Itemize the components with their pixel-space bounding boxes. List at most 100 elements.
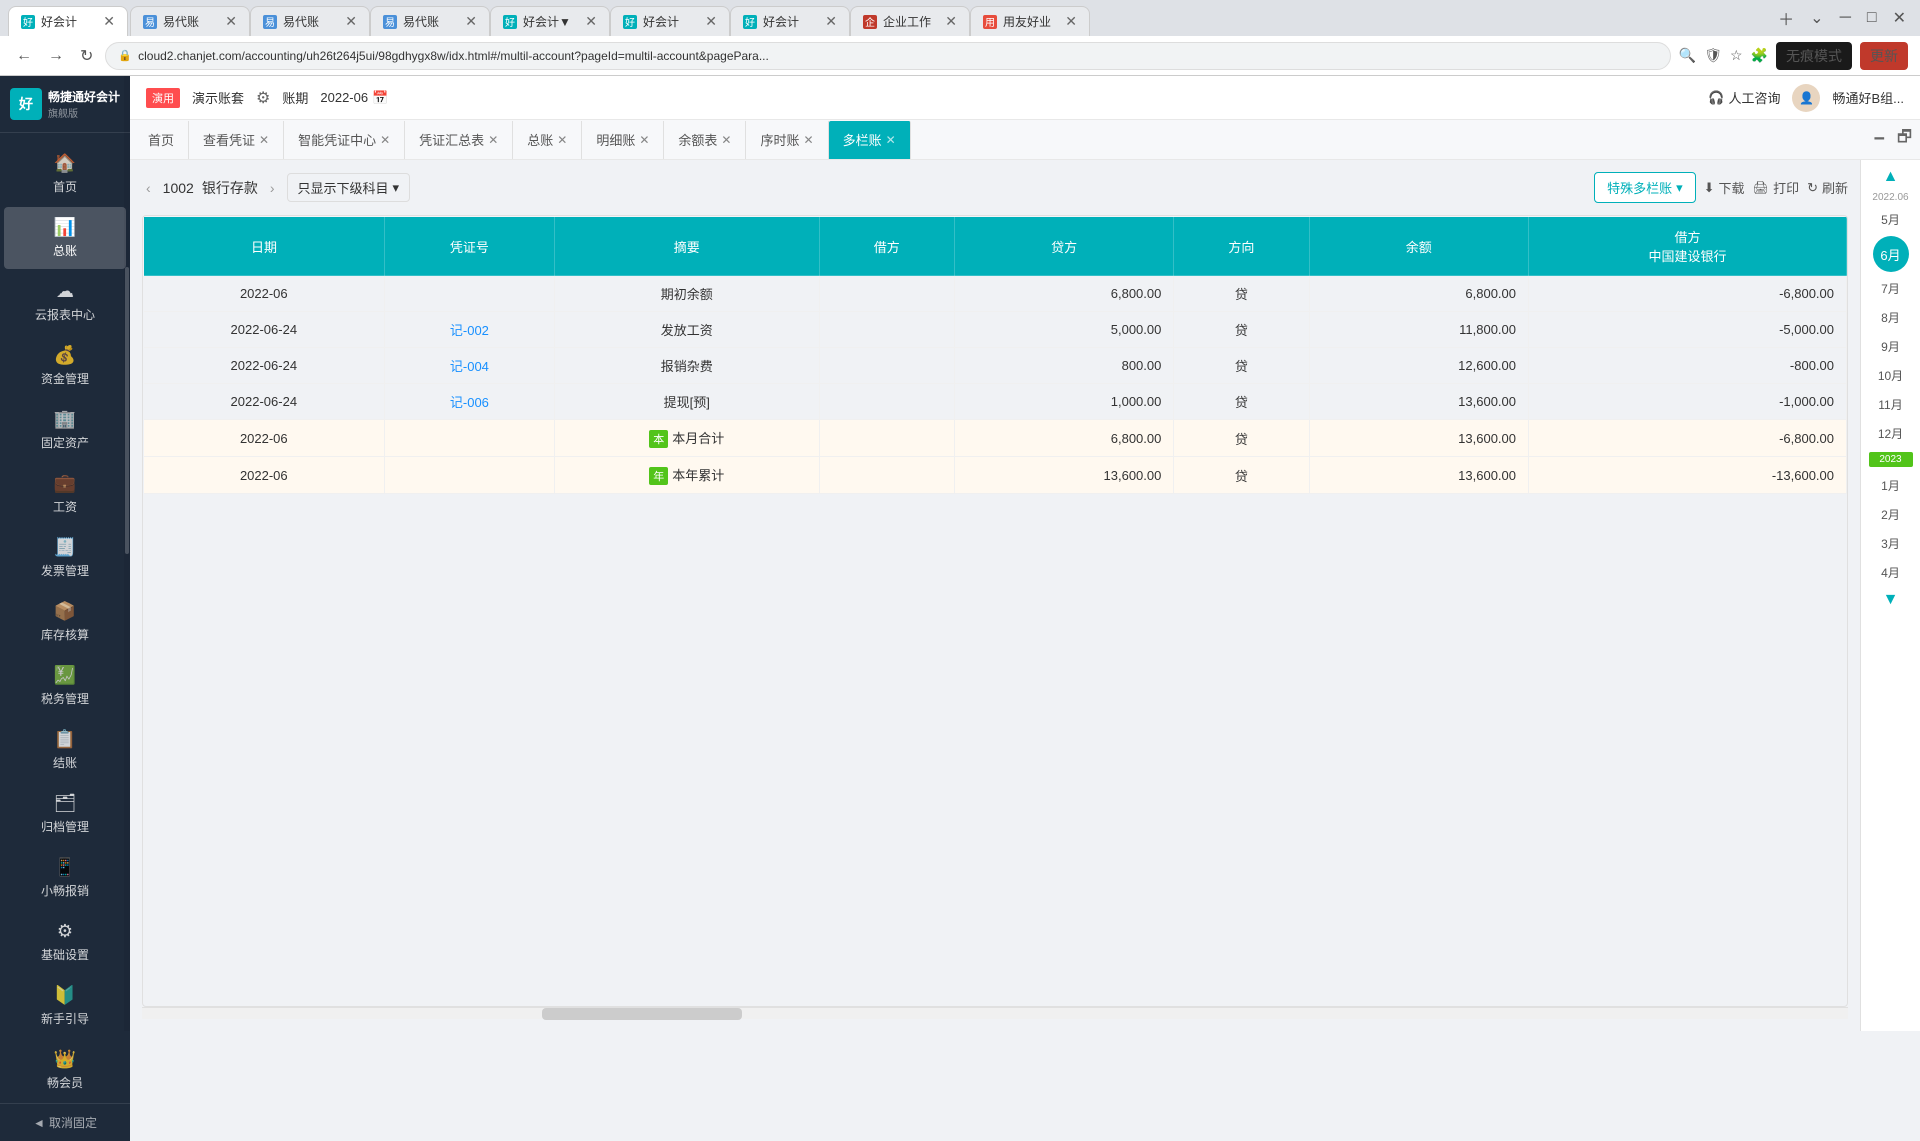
tab-journal-close[interactable]: ✕ xyxy=(804,133,814,147)
back-button[interactable]: ← xyxy=(12,43,36,69)
tab-voucher-summary-close[interactable]: ✕ xyxy=(488,133,498,147)
consult-button[interactable]: 🎧 人工咨询 xyxy=(1708,88,1780,107)
close-window-button[interactable]: ✕ xyxy=(1887,6,1912,30)
tab-1-close[interactable]: ✕ xyxy=(225,13,237,30)
tab-5-close[interactable]: ✕ xyxy=(103,13,115,30)
tab-detail-ledger-close[interactable]: ✕ xyxy=(639,133,649,147)
tab-8-close[interactable]: ✕ xyxy=(945,13,957,30)
cal-month-july[interactable]: 7月 xyxy=(1861,274,1920,303)
window-minimize-icon[interactable]: 🗕 xyxy=(1870,122,1889,157)
cal-month-sep[interactable]: 9月 xyxy=(1861,332,1920,361)
tab-2[interactable]: 易 易代账 ✕ xyxy=(250,6,370,36)
sidebar-item-member[interactable]: 👑 畅会员 xyxy=(4,1039,126,1101)
ledger-table-wrapper[interactable]: 日期 凭证号 摘要 借方 贷方 方向 余额 借方中国建设银行 xyxy=(142,215,1848,1007)
tab-smart-voucher-close[interactable]: ✕ xyxy=(380,133,390,147)
topbar-settings-icon[interactable]: ⚙ xyxy=(256,88,270,108)
tab-smart-voucher[interactable]: 智能凭证中心 ✕ xyxy=(284,121,405,159)
sidebar-item-inventory[interactable]: 📦 库存核算 xyxy=(4,591,126,653)
sub-filter-dropdown[interactable]: 只显示下级科目 ▾ xyxy=(287,173,411,202)
cal-month-dec[interactable]: 12月 xyxy=(1861,419,1920,448)
shield-icon[interactable]: 🛡 xyxy=(1704,47,1722,64)
sidebar-item-fixed-assets[interactable]: 🏢 固定资产 xyxy=(4,399,126,461)
user-avatar[interactable]: 👤 xyxy=(1792,84,1820,112)
no-trace-button[interactable]: 无痕模式 xyxy=(1776,42,1852,70)
tab-list-button[interactable]: ⌄ xyxy=(1804,6,1829,30)
tab-3-close[interactable]: ✕ xyxy=(465,13,477,30)
tab-multi-column[interactable]: 多栏账 ✕ xyxy=(829,121,911,159)
maximize-button[interactable]: □ xyxy=(1861,7,1883,29)
voucher-link[interactable]: 记-004 xyxy=(450,359,489,374)
tab-9-close[interactable]: ✕ xyxy=(1065,13,1077,30)
period-value[interactable]: 2022-06 📅 xyxy=(320,90,388,106)
tab-view-voucher-close[interactable]: ✕ xyxy=(259,133,269,147)
sidebar-item-closing[interactable]: 📋 结账 xyxy=(4,719,126,781)
sidebar-item-archive[interactable]: 🗂 归档管理 xyxy=(4,783,126,845)
prev-account-button[interactable]: ‹ xyxy=(142,176,155,200)
window-maximize-icon[interactable]: 🗗 xyxy=(1893,122,1916,157)
tab-7[interactable]: 好 好会计 ✕ xyxy=(730,6,850,36)
tab-4[interactable]: 好 好会计▼ ✕ xyxy=(490,6,610,36)
sidebar-item-ledger[interactable]: 📊 总账 xyxy=(4,207,126,269)
forward-button[interactable]: → xyxy=(44,43,68,69)
tab-8[interactable]: 企 企业工作 ✕ xyxy=(850,6,970,36)
h-scroll-thumb[interactable] xyxy=(542,1008,742,1020)
sidebar-item-cloud-report[interactable]: ☁ 云报表中心 xyxy=(4,271,126,333)
minimize-button[interactable]: ─ xyxy=(1834,7,1857,29)
tab-7-close[interactable]: ✕ xyxy=(825,13,837,30)
add-tab-button[interactable]: ＋ xyxy=(1772,4,1800,32)
sidebar-scrollbar-track[interactable] xyxy=(124,76,130,1031)
tab-multi-column-close[interactable]: ✕ xyxy=(886,133,896,147)
calendar-scroll-up[interactable]: ▲ xyxy=(1879,164,1903,190)
cal-month-mar[interactable]: 3月 xyxy=(1861,529,1920,558)
multi-column-button[interactable]: 特殊多栏账 ▾ xyxy=(1594,172,1696,203)
tab-balance[interactable]: 余额表 ✕ xyxy=(664,121,746,159)
tab-detail-ledger[interactable]: 明细账 ✕ xyxy=(582,121,664,159)
tab-general-ledger-close[interactable]: ✕ xyxy=(557,133,567,147)
tab-general-ledger[interactable]: 总账 ✕ xyxy=(513,121,582,159)
sidebar-item-funds[interactable]: 💰 资金管理 xyxy=(4,335,126,397)
download-button[interactable]: ⬇ 下载 xyxy=(1704,172,1745,203)
pin-button[interactable]: ◄ 取消固定 xyxy=(10,1114,120,1131)
extension-icon[interactable]: 🧩 xyxy=(1751,47,1768,64)
tab-2-close[interactable]: ✕ xyxy=(345,13,357,30)
sidebar-scrollbar-thumb[interactable] xyxy=(125,267,129,554)
cal-month-jan[interactable]: 1月 xyxy=(1861,471,1920,500)
voucher-link[interactable]: 记-006 xyxy=(450,395,489,410)
calendar-scroll-down[interactable]: ▼ xyxy=(1879,587,1903,613)
voucher-link[interactable]: 记-002 xyxy=(450,323,489,338)
sidebar-item-tax[interactable]: 💹 税务管理 xyxy=(4,655,126,717)
tab-voucher-summary[interactable]: 凭证汇总表 ✕ xyxy=(405,121,513,159)
cal-month-june[interactable]: 6月 xyxy=(1873,236,1909,272)
tab-3[interactable]: 易 易代账 ✕ xyxy=(370,6,490,36)
url-bar[interactable]: 🔒 cloud2.chanjet.com/accounting/uh26t264… xyxy=(105,42,1670,70)
next-account-button[interactable]: › xyxy=(266,176,279,200)
tab-6-close[interactable]: ✕ xyxy=(705,13,717,30)
sidebar-item-salary[interactable]: 💼 工资 xyxy=(4,463,126,525)
tab-home[interactable]: 首页 xyxy=(134,121,189,159)
horizontal-scrollbar[interactable] xyxy=(142,1007,1848,1019)
star-icon[interactable]: ☆ xyxy=(1730,47,1743,64)
cal-month-nov[interactable]: 11月 xyxy=(1861,390,1920,419)
sidebar-item-invoice[interactable]: 🧾 发票管理 xyxy=(4,527,126,589)
refresh-button[interactable]: ↻ 刷新 xyxy=(1807,172,1848,203)
cal-month-apr[interactable]: 4月 xyxy=(1861,558,1920,587)
tab-9[interactable]: 用 用友好业 ✕ xyxy=(970,6,1090,36)
cal-month-may[interactable]: 5月 xyxy=(1861,205,1920,234)
calendar-icon[interactable]: 📅 xyxy=(372,90,388,106)
sidebar-item-guide[interactable]: 🔰 新手引导 xyxy=(4,975,126,1037)
update-button[interactable]: 更新 xyxy=(1860,42,1908,70)
cal-month-aug[interactable]: 8月 xyxy=(1861,303,1920,332)
tab-4-close[interactable]: ✕ xyxy=(585,13,597,30)
cal-month-feb[interactable]: 2月 xyxy=(1861,500,1920,529)
tab-6[interactable]: 好 好会计 ✕ xyxy=(610,6,730,36)
sidebar-item-settings[interactable]: ⚙ 基础设置 xyxy=(4,911,126,973)
tab-balance-close[interactable]: ✕ xyxy=(721,133,731,147)
sidebar-item-expense[interactable]: 📱 小畅报销 xyxy=(4,847,126,909)
tab-journal[interactable]: 序时账 ✕ xyxy=(746,121,828,159)
sidebar-item-home[interactable]: 🏠 首页 xyxy=(4,143,126,205)
tab-view-voucher[interactable]: 查看凭证 ✕ xyxy=(189,121,284,159)
print-button[interactable]: 🖨 打印 xyxy=(1753,172,1800,203)
search-icon[interactable]: 🔍 xyxy=(1679,47,1696,64)
tab-1[interactable]: 易 易代账 ✕ xyxy=(130,6,250,36)
tab-5[interactable]: 好 好会计 ✕ xyxy=(8,6,128,36)
